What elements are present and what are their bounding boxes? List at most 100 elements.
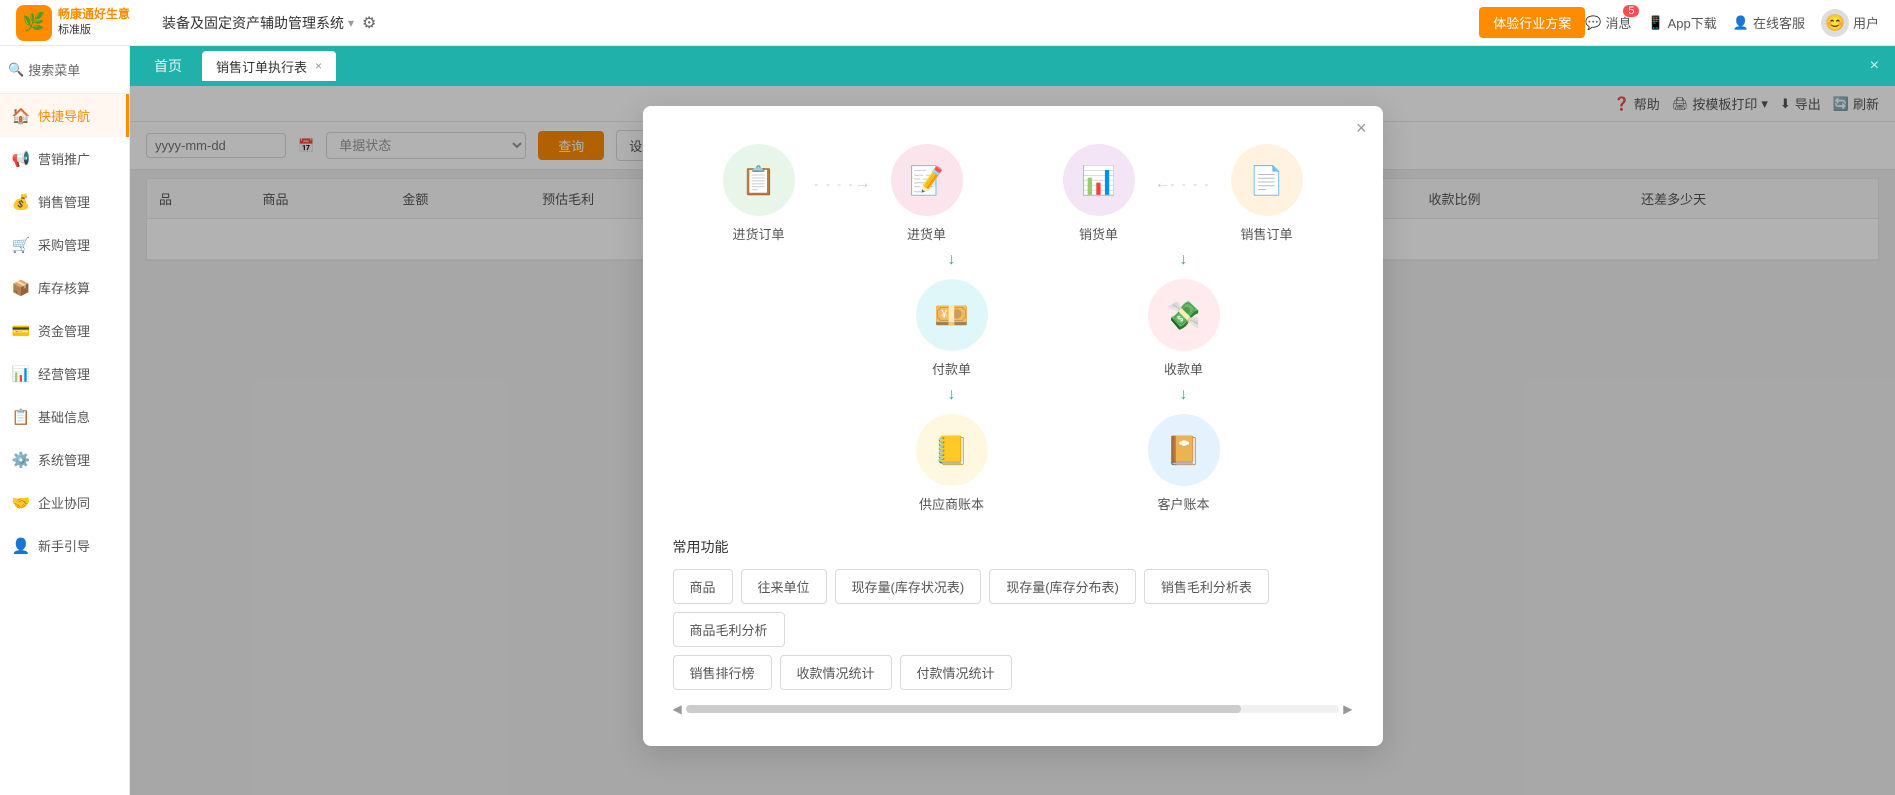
download-icon: 📱 bbox=[1647, 15, 1663, 31]
logo-line1: 畅康通好生意 bbox=[58, 6, 130, 23]
tab-bar-close-btn[interactable]: × bbox=[1870, 57, 1879, 75]
marketing-icon: 📢 bbox=[12, 150, 30, 168]
sidebar-item-label: 经营管理 bbox=[38, 364, 90, 383]
flow-node-purchase-bill[interactable]: 📝 进货单 bbox=[891, 144, 963, 243]
system-icon: ⚙️ bbox=[12, 451, 30, 469]
func-buttons-row2: 销售排行榜 收款情况统计 付款情况统计 bbox=[673, 655, 1353, 690]
sidebar-item-sales[interactable]: 💰 销售管理 bbox=[0, 180, 129, 223]
purchase-order-circle: 📋 bbox=[723, 144, 795, 216]
logo-icon: 🌿 bbox=[16, 5, 52, 41]
sidebar-item-system[interactable]: ⚙️ 系统管理 bbox=[0, 438, 129, 481]
sidebar-item-finance[interactable]: 💳 资金管理 bbox=[0, 309, 129, 352]
sidebar-item-quick-nav[interactable]: 🏠 快捷导航 bbox=[0, 94, 129, 137]
sidebar-item-label: 系统管理 bbox=[38, 450, 90, 469]
sidebar-item-basic[interactable]: 📋 基础信息 bbox=[0, 395, 129, 438]
tab-sales-order[interactable]: 销售订单执行表 × bbox=[202, 51, 336, 81]
sidebar-item-label: 销售管理 bbox=[38, 192, 90, 211]
func-btn-product[interactable]: 商品 bbox=[673, 569, 733, 604]
flow-node-customer-ledger[interactable]: 📔 客户账本 bbox=[1148, 414, 1220, 513]
scroll-right-arrow[interactable]: ▶ bbox=[1343, 702, 1352, 716]
supplier-ledger-circle: 📒 bbox=[916, 414, 988, 486]
tab-bar: 首页 销售订单执行表 × × bbox=[130, 46, 1895, 86]
flow-node-purchase-order[interactable]: 📋 进货订单 bbox=[723, 144, 795, 243]
func-buttons: 商品 往来单位 现存量(库存状况表) 现存量(库存分布表) 销售毛利分析表 商品… bbox=[673, 569, 1353, 647]
flow-left-col: 📋 进货订单 - - - - → bbox=[703, 136, 1323, 521]
search-menu-label: 搜索菜单 bbox=[28, 60, 80, 79]
customer-col: ↓ 📔 客户账本 bbox=[1128, 386, 1240, 521]
sidebar-item-label: 新手引导 bbox=[38, 536, 90, 555]
sidebar-item-purchase[interactable]: 🛒 采购管理 bbox=[0, 223, 129, 266]
flow-row-bottom: ↓ 📒 供应商账本 bbox=[703, 386, 1323, 521]
func-btn-stock-dist[interactable]: 现存量(库存分布表) bbox=[989, 569, 1136, 604]
logo-area: 🌿 畅康通好生意 标准版 bbox=[16, 5, 146, 41]
flow-node-receipt[interactable]: 💸 收款单 bbox=[1148, 279, 1220, 378]
sidebar-item-enterprise[interactable]: 🤝 企业协同 bbox=[0, 481, 129, 524]
purchase-bill-label: 进货单 bbox=[907, 224, 946, 243]
func-btn-stock-status[interactable]: 现存量(库存状况表) bbox=[835, 569, 982, 604]
flow-node-payment[interactable]: 💴 付款单 bbox=[916, 279, 988, 378]
basic-icon: 📋 bbox=[12, 408, 30, 426]
sidebar-item-label: 企业协同 bbox=[38, 493, 90, 512]
sidebar-item-operation[interactable]: 📊 经营管理 bbox=[0, 352, 129, 395]
top-right: 💬 消息 5 📱 App下载 👤 在线客服 😊 用户 bbox=[1585, 9, 1879, 37]
func-btn-payment-stats[interactable]: 付款情况统计 bbox=[900, 655, 1012, 690]
sidebar-item-label: 库存核算 bbox=[38, 278, 90, 297]
flow-row-top: 📋 进货订单 - - - - → bbox=[703, 136, 1323, 251]
func-btn-counterpart[interactable]: 往来单位 bbox=[741, 569, 827, 604]
tab-label: 销售订单执行表 bbox=[216, 57, 307, 76]
sales-bill-label: 销货单 bbox=[1079, 224, 1118, 243]
scroll-bar: ◀ ▶ bbox=[673, 702, 1353, 716]
finance-icon: 💳 bbox=[12, 322, 30, 340]
enterprise-icon: 🤝 bbox=[12, 494, 30, 512]
settings-icon[interactable]: ⚙ bbox=[362, 13, 376, 33]
scroll-track bbox=[686, 705, 1340, 713]
flow-node-sales-bill[interactable]: 📊 销货单 bbox=[1063, 144, 1135, 243]
purchase-order-label: 进货订单 bbox=[732, 224, 784, 243]
online-service-btn[interactable]: 👤 在线客服 bbox=[1733, 13, 1805, 32]
receipt-circle: 💸 bbox=[1148, 279, 1220, 351]
flow-node-supplier-ledger[interactable]: 📒 供应商账本 bbox=[916, 414, 988, 513]
sidebar-item-inventory[interactable]: 📦 库存核算 bbox=[0, 266, 129, 309]
receipt-col: ↓ 💸 收款单 bbox=[1128, 251, 1240, 386]
flow-node-sales-order[interactable]: 📄 销售订单 bbox=[1231, 144, 1303, 243]
sidebar-item-label: 基础信息 bbox=[38, 407, 90, 426]
sidebar-item-label: 采购管理 bbox=[38, 235, 90, 254]
home-icon: 🏠 bbox=[12, 107, 30, 125]
payment-circle: 💴 bbox=[916, 279, 988, 351]
search-menu-btn[interactable]: 🔍 搜索菜单 bbox=[8, 56, 121, 83]
purchase-icon: 🛒 bbox=[12, 236, 30, 254]
tab-close-icon[interactable]: × bbox=[315, 59, 322, 73]
sidebar-item-marketing[interactable]: 📢 营销推广 bbox=[0, 137, 129, 180]
chevron-down-icon[interactable]: ▾ bbox=[348, 16, 354, 30]
avatar: 😊 bbox=[1821, 9, 1849, 37]
tab-home[interactable]: 首页 bbox=[138, 46, 198, 86]
scroll-thumb[interactable] bbox=[686, 705, 1242, 713]
message-btn[interactable]: 💬 消息 5 bbox=[1585, 13, 1631, 32]
purchase-bill-circle: 📝 bbox=[891, 144, 963, 216]
modal-overlay: × 📋 bbox=[130, 86, 1895, 795]
sales-order-label: 销售订单 bbox=[1240, 224, 1292, 243]
sidebar-item-newbie[interactable]: 👤 新手引导 bbox=[0, 524, 129, 567]
modal-close-btn[interactable]: × bbox=[1356, 118, 1367, 139]
sidebar-item-label: 营销推广 bbox=[38, 149, 90, 168]
func-btn-sales-analysis[interactable]: 销售毛利分析表 bbox=[1144, 569, 1269, 604]
sidebar-search[interactable]: 🔍 搜索菜单 bbox=[0, 46, 129, 94]
service-icon: 👤 bbox=[1733, 15, 1749, 31]
modal: × 📋 bbox=[643, 106, 1383, 746]
customer-ledger-label: 客户账本 bbox=[1157, 494, 1209, 513]
func-btn-receipt-stats[interactable]: 收款情况统计 bbox=[780, 655, 892, 690]
user-btn[interactable]: 😊 用户 bbox=[1821, 9, 1879, 37]
scroll-left-arrow[interactable]: ◀ bbox=[673, 702, 682, 716]
system-title-text: 装备及固定资产辅助管理系统 bbox=[162, 13, 344, 33]
try-btn[interactable]: 体验行业方案 bbox=[1479, 7, 1585, 38]
func-btn-sales-ranking[interactable]: 销售排行榜 bbox=[673, 655, 772, 690]
func-btn-product-analysis[interactable]: 商品毛利分析 bbox=[673, 612, 785, 647]
sidebar: 🔍 搜索菜单 🏠 快捷导航 📢 营销推广 💰 销售管理 🛒 bbox=[0, 46, 130, 795]
supplier-col: ↓ 📒 供应商账本 bbox=[896, 386, 1008, 521]
receipt-label: 收款单 bbox=[1164, 359, 1203, 378]
payment-col: ↓ 💴 付款单 bbox=[896, 251, 1008, 386]
page-content: ❓ 帮助 🖨 按模板打印 ▾ ⬇ 导出 🔄 bbox=[130, 86, 1895, 795]
app-download-btn[interactable]: 📱 App下载 bbox=[1647, 13, 1716, 32]
sales-order-circle: 📄 bbox=[1231, 144, 1303, 216]
inventory-icon: 📦 bbox=[12, 279, 30, 297]
